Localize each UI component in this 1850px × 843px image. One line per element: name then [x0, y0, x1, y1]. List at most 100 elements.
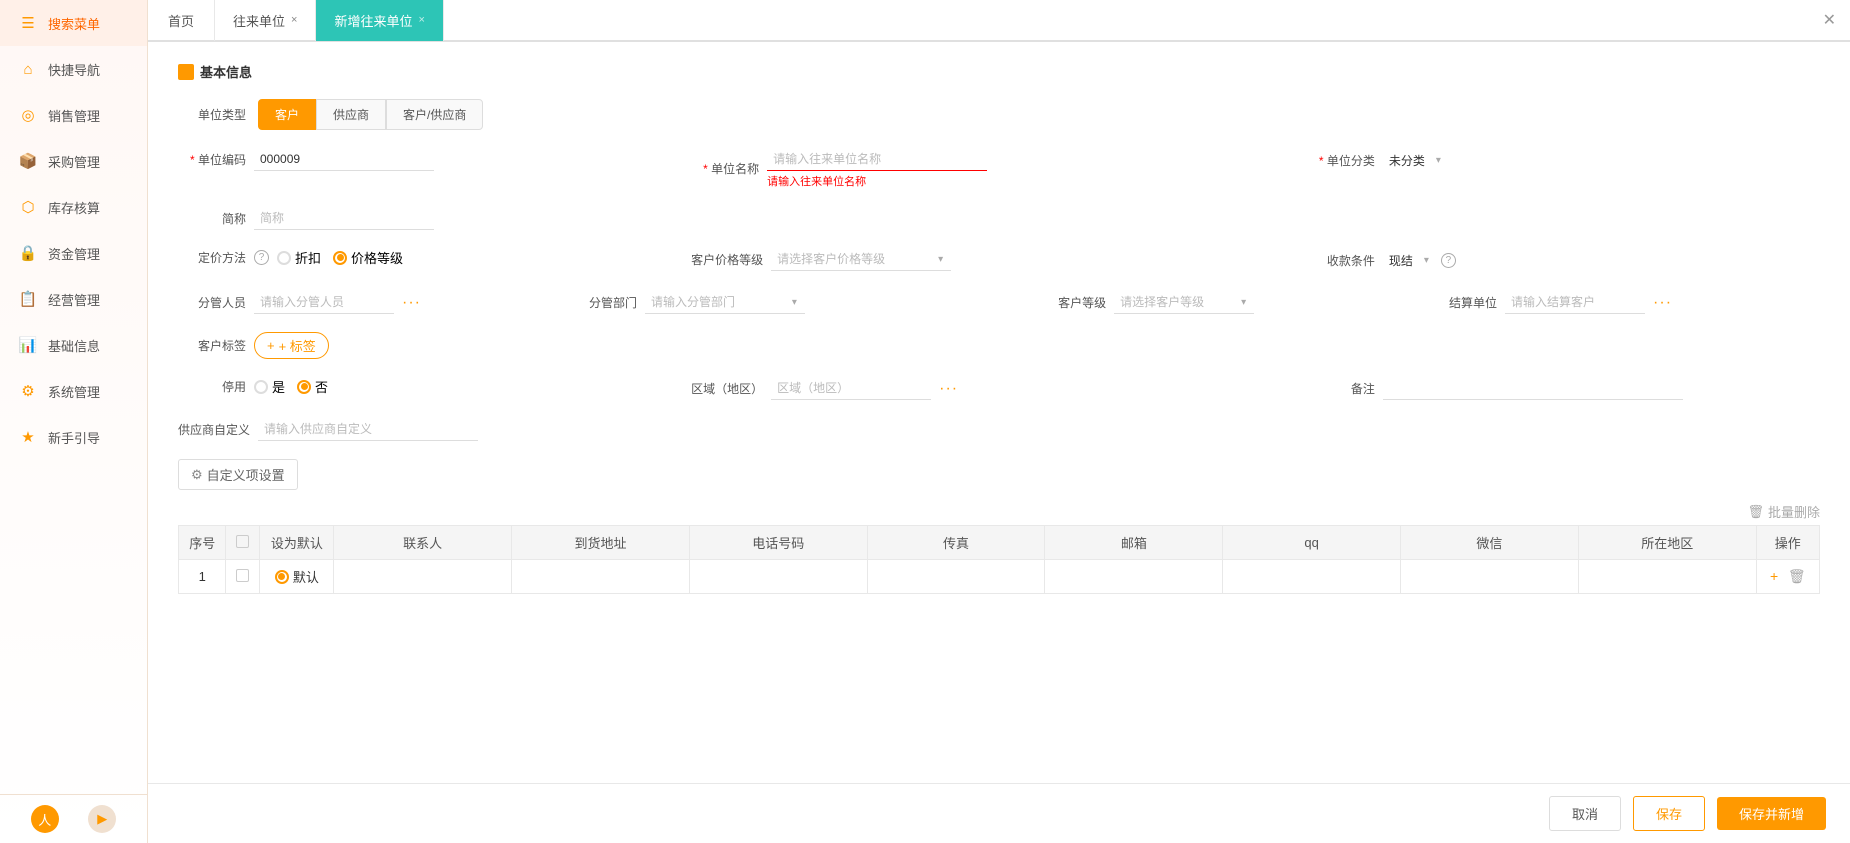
- td-email[interactable]: [1045, 560, 1223, 594]
- region-more-btn[interactable]: ···: [939, 380, 958, 398]
- sidebar-item-operations[interactable]: 📋 经营管理: [0, 276, 147, 322]
- th-fax: 传真: [867, 526, 1045, 560]
- shortname-input[interactable]: [254, 207, 434, 230]
- supplier-custom-label: 供应商自定义: [178, 421, 250, 438]
- sidebar-item-label: 基础信息: [48, 336, 100, 355]
- td-checkbox[interactable]: [226, 560, 260, 594]
- settlement-label: 结算单位: [1429, 294, 1497, 311]
- disabled-radio-yes[interactable]: 是: [254, 377, 285, 396]
- form-row-shortname: 简称: [178, 207, 1820, 230]
- save-new-button[interactable]: 保存并新增: [1717, 797, 1826, 830]
- gear-icon: ⚙: [191, 467, 203, 483]
- name-input[interactable]: [767, 148, 987, 171]
- save-button[interactable]: 保存: [1633, 796, 1705, 831]
- category-field: 单位分类 未分类 ▾: [1307, 148, 1820, 173]
- region-row-input[interactable]: [1589, 570, 1746, 584]
- tab-label: 首页: [168, 11, 194, 30]
- th-phone: 电话号码: [689, 526, 867, 560]
- supplier-custom-input[interactable]: [258, 418, 478, 441]
- form-row-pricing: 定价方法 ? 折扣 价格等级 客户价格等级 ▾: [178, 248, 1820, 273]
- tab-close-icon[interactable]: ×: [418, 14, 424, 26]
- sidebar-item-inventory[interactable]: ⬡ 库存核算: [0, 184, 147, 230]
- sidebar-item-search[interactable]: ☰ 搜索菜单: [0, 0, 147, 46]
- form-row-code-name: 单位编码 单位名称 请输入往来单位名称 单位分类 未分类 ▾: [178, 148, 1820, 189]
- th-contact: 联系人: [334, 526, 512, 560]
- name-input-wrap: 请输入往来单位名称: [767, 148, 987, 189]
- tab-partner-list[interactable]: 往来单位 ×: [215, 0, 316, 41]
- contact-table: 序号 设为默认 联系人 到货地址 电话号码 传真 邮箱 qq 微信 所在地区 操…: [178, 525, 1820, 594]
- sidebar-item-basicinfo[interactable]: 📊 基础信息: [0, 322, 147, 368]
- category-select-wrap: 未分类 ▾: [1383, 148, 1445, 173]
- region-field: 区域（地区） ···: [691, 377, 1307, 400]
- code-label: 单位编码: [178, 151, 246, 168]
- row-checkbox[interactable]: [236, 569, 249, 582]
- table-toolbar: 🗑 批量删除: [178, 502, 1820, 521]
- td-contact[interactable]: [334, 560, 512, 594]
- manager-input[interactable]: [254, 291, 394, 314]
- phone-input[interactable]: [700, 570, 857, 584]
- cancel-button[interactable]: 取消: [1549, 796, 1621, 831]
- address-input[interactable]: [522, 570, 679, 584]
- radio-label-no: 否: [315, 377, 328, 396]
- sidebar-item-label: 搜索菜单: [48, 14, 100, 33]
- td-region[interactable]: [1578, 560, 1756, 594]
- sidebar-item-guide[interactable]: ★ 新手引导: [0, 414, 147, 460]
- del-row-btn[interactable]: 🗑: [1785, 568, 1809, 585]
- fax-input[interactable]: [878, 570, 1035, 584]
- settlement-input[interactable]: [1505, 291, 1645, 314]
- region-input[interactable]: [771, 377, 931, 400]
- remark-input[interactable]: [1383, 377, 1683, 400]
- payment-help-icon[interactable]: ?: [1441, 253, 1456, 268]
- weixin-input[interactable]: [1411, 570, 1568, 584]
- sidebar-item-finance[interactable]: 🔒 资金管理: [0, 230, 147, 276]
- td-address[interactable]: [512, 560, 690, 594]
- sidebar-item-system[interactable]: ⚙ 系统管理: [0, 368, 147, 414]
- td-phone[interactable]: [689, 560, 867, 594]
- td-fax[interactable]: [867, 560, 1045, 594]
- add-tag-btn[interactable]: + + 标签: [254, 332, 329, 359]
- section-icon: [178, 64, 194, 80]
- contact-input[interactable]: [344, 570, 501, 584]
- td-qq[interactable]: [1223, 560, 1401, 594]
- email-input[interactable]: [1055, 570, 1212, 584]
- sidebar-item-sales[interactable]: ◎ 销售管理: [0, 92, 147, 138]
- sidebar-item-label: 经营管理: [48, 290, 100, 309]
- window-close-button[interactable]: ✕: [1823, 10, 1836, 30]
- type-btn-supplier[interactable]: 供应商: [316, 99, 386, 130]
- customer-price-select-wrap[interactable]: ▾: [771, 248, 951, 271]
- radio-label-discount: 折扣: [295, 248, 321, 267]
- custom-settings-btn[interactable]: ⚙ 自定义项设置: [178, 459, 298, 490]
- settlement-more-btn[interactable]: ···: [1653, 294, 1672, 312]
- manager-more-btn[interactable]: ···: [402, 294, 421, 312]
- code-input[interactable]: [254, 148, 434, 171]
- table-header-row: 序号 设为默认 联系人 到货地址 电话号码 传真 邮箱 qq 微信 所在地区 操…: [179, 526, 1820, 560]
- default-radio[interactable]: 默认: [270, 567, 323, 586]
- customer-price-input[interactable]: [771, 248, 951, 271]
- payment-label: 收款条件: [1307, 252, 1375, 269]
- batch-delete-btn[interactable]: 🗑 批量删除: [1747, 502, 1820, 521]
- finance-icon: 🔒: [18, 243, 38, 263]
- type-btn-both[interactable]: 客户/供应商: [386, 99, 483, 130]
- pricing-help-icon[interactable]: ?: [254, 250, 269, 265]
- customer-level-input[interactable]: [1114, 291, 1254, 314]
- sidebar-item-purchase[interactable]: 📦 采购管理: [0, 138, 147, 184]
- add-row-btn[interactable]: +: [1767, 568, 1781, 584]
- sidebar-item-quicknav[interactable]: ⌂ 快捷导航: [0, 46, 147, 92]
- type-btn-customer[interactable]: 客户: [258, 99, 316, 130]
- disabled-radio-no[interactable]: 否: [297, 377, 328, 396]
- tab-new-partner[interactable]: 新增往来单位 ×: [316, 0, 443, 41]
- sidebar-expand-icon[interactable]: ▶: [88, 805, 116, 833]
- qq-input[interactable]: [1233, 570, 1390, 584]
- sidebar-user-avatar[interactable]: 人: [31, 805, 59, 833]
- td-weixin[interactable]: [1401, 560, 1579, 594]
- dept-input[interactable]: [645, 291, 805, 314]
- pricing-radio-discount[interactable]: 折扣: [277, 248, 321, 267]
- pricing-radio-level[interactable]: 价格等级: [333, 248, 403, 267]
- tab-home[interactable]: 首页: [148, 0, 215, 41]
- th-checkbox[interactable]: [226, 526, 260, 560]
- th-weixin: 微信: [1401, 526, 1579, 560]
- dept-label: 分管部门: [569, 294, 637, 311]
- region-label: 区域（地区）: [691, 380, 763, 397]
- tab-close-icon[interactable]: ×: [291, 14, 297, 26]
- select-all-checkbox[interactable]: [236, 535, 249, 548]
